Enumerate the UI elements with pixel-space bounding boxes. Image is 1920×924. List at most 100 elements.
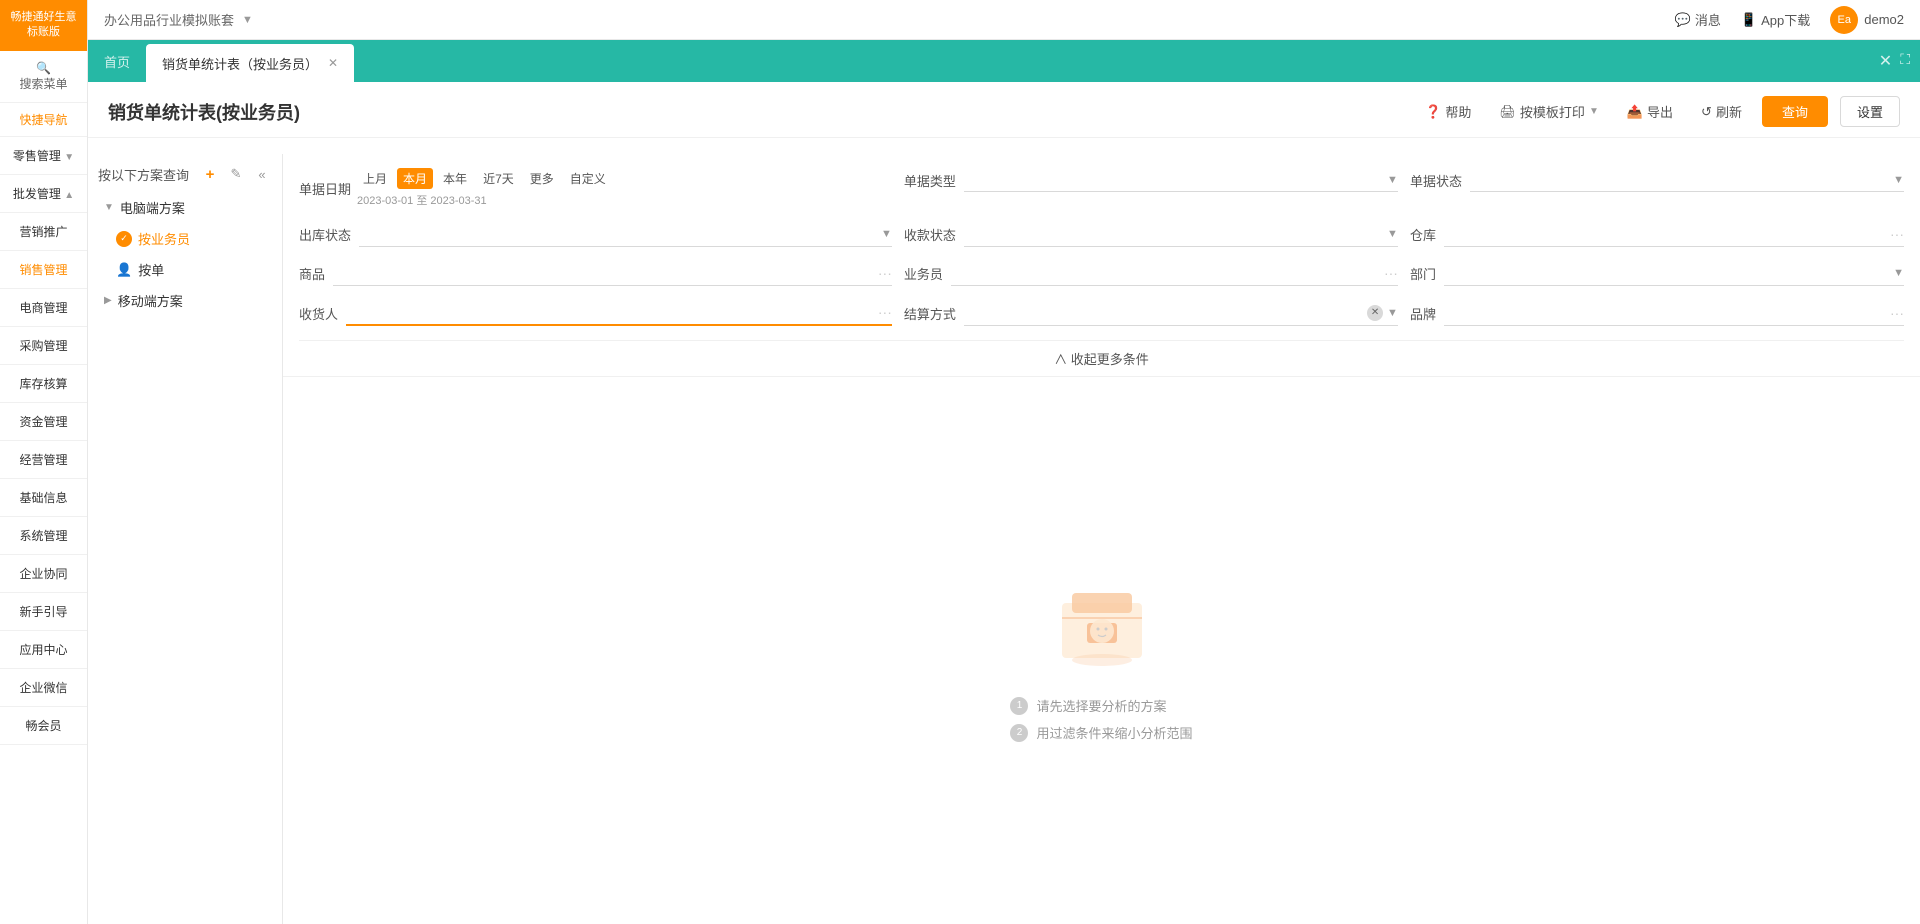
date-controls: 上月 本月 本年 近7天 更多 自定义 2023-03-01 至 2023-03… (357, 168, 892, 208)
consignee-input[interactable] (346, 305, 878, 320)
tab-close-icon[interactable]: ✕ (328, 56, 338, 70)
date-tab-this-month[interactable]: 本月 (397, 168, 433, 189)
settlement-input[interactable] (964, 305, 1363, 320)
date-tab-last-month[interactable]: 上月 (357, 168, 393, 189)
app-logo[interactable]: 畅捷通好生意 标账版 (0, 0, 87, 51)
sidebar-item-finance[interactable]: 资金管理 (0, 403, 87, 441)
salesperson-more-icon[interactable]: ··· (1384, 265, 1398, 281)
filter-salesperson-field: 业务员 ··· (904, 261, 1398, 286)
tab-maximize-icon[interactable]: ⛶ (1900, 51, 1910, 71)
sidebar-item-inventory[interactable]: 库存核算 (0, 365, 87, 403)
message-btn[interactable]: 💬 消息 (1675, 10, 1721, 29)
tab-close-all-icon[interactable]: ✕ (1879, 51, 1892, 71)
sales-label: 销售管理 (19, 263, 67, 277)
order-scheme-label: 按单 (138, 260, 164, 279)
sidebar-item-apps[interactable]: 应用中心 (0, 631, 87, 669)
tree-arrow-right-icon: ▶ (104, 295, 112, 306)
date-tab-more[interactable]: 更多 (524, 168, 560, 189)
filter-brand-field: 品牌 ··· (1410, 301, 1904, 326)
filter-goods-field: 商品 ··· (299, 261, 892, 286)
department-wrapper: ▼ (1444, 262, 1904, 286)
warehouse-more-icon[interactable]: ··· (1890, 226, 1904, 242)
goods-input[interactable] (333, 266, 878, 281)
print-btn[interactable]: 🖨 按模板打印 ▼ (1491, 98, 1606, 125)
hint-1-text: 请先选择要分析的方案 (1036, 696, 1166, 715)
tree-salesperson-item[interactable]: ✓ 按业务员 (88, 223, 282, 254)
tab-home[interactable]: 首页 (88, 40, 146, 82)
sidebar-item-ecommerce[interactable]: 电商管理 (0, 289, 87, 327)
doc-status-input[interactable] (1470, 172, 1893, 187)
sidebar-item-enterprise[interactable]: 企业协同 (0, 555, 87, 593)
date-range: 2023-03-01 至 2023-03-31 (357, 192, 892, 208)
app-download-btn[interactable]: 📱 App下载 (1741, 10, 1810, 29)
tree-mobile-label[interactable]: ▶ 移动端方案 (88, 285, 282, 316)
department-chevron: ▼ (1893, 267, 1904, 279)
sidebar-item-operations[interactable]: 经营管理 (0, 441, 87, 479)
brand-more-icon[interactable]: ··· (1890, 305, 1904, 321)
salesperson-label: 业务员 (904, 264, 943, 283)
goods-more-icon[interactable]: ··· (878, 265, 892, 281)
sidebar-item-wechat[interactable]: 企业微信 (0, 669, 87, 707)
tree-mobile-text: 移动端方案 (118, 291, 183, 310)
workspace-dropdown-icon[interactable]: ▼ (242, 14, 253, 26)
query-btn[interactable]: 查询 (1762, 96, 1828, 127)
settlement-clear-btn[interactable]: ✕ (1367, 305, 1383, 321)
filter-row-4: 收货人 ··· 结算方式 ✕ (299, 300, 1904, 326)
help-btn[interactable]: ❓ 帮助 (1417, 98, 1479, 125)
payment-status-input[interactable] (964, 227, 1387, 242)
active-scheme-dot: ✓ (116, 231, 132, 247)
sidebar-item-system[interactable]: 系统管理 (0, 517, 87, 555)
tree-desktop-text: 电脑端方案 (120, 198, 185, 217)
sidebar-item-newbie[interactable]: 新手引导 (0, 593, 87, 631)
main-area: 办公用品行业模拟账套 ▼ 💬 消息 📱 App下载 Ea demo2 首页 (88, 0, 1920, 924)
settings-btn[interactable]: 设置 (1840, 96, 1900, 127)
left-panel-header: 按以下方案查询 + ✎ « (88, 154, 282, 192)
wechat-label: 企业微信 (19, 681, 67, 695)
date-tab-last-7[interactable]: 近7天 (477, 168, 520, 189)
doc-type-input-wrapper: ▼ (964, 168, 1398, 192)
sidebar-item-basic[interactable]: 基础信息 (0, 479, 87, 517)
add-scheme-btn[interactable]: + (200, 164, 220, 184)
sidebar-item-members[interactable]: 畅会员 (0, 707, 87, 745)
sidebar-item-wholesale[interactable]: 批发管理 ▲ (0, 175, 87, 213)
workspace-name[interactable]: 办公用品行业模拟账套 (104, 10, 234, 29)
sidebar-item-search[interactable]: 🔍 搜索菜单 (0, 51, 87, 103)
collapse-panel-btn[interactable]: « (252, 164, 272, 184)
consignee-more-icon[interactable]: ··· (878, 304, 892, 320)
warehouse-input[interactable] (1444, 227, 1890, 242)
sidebar-item-purchase[interactable]: 采购管理 (0, 327, 87, 365)
tree-desktop-label[interactable]: ▼ 电脑端方案 (88, 192, 282, 223)
user-menu[interactable]: Ea demo2 (1830, 6, 1904, 34)
tree-mobile: ▶ 移动端方案 (88, 285, 282, 316)
tree-order-item[interactable]: 👤 按单 (88, 254, 282, 285)
sidebar-item-quick-nav[interactable]: 快捷导航 (0, 103, 87, 137)
empty-hint-1: 1 请先选择要分析的方案 (1010, 696, 1192, 715)
topbar-right: 💬 消息 📱 App下载 Ea demo2 (1675, 6, 1904, 34)
filter-payment-status-field: 收款状态 ▼ (904, 223, 1398, 247)
date-tab-this-year[interactable]: 本年 (437, 168, 473, 189)
filter-settlement-field: 结算方式 ✕ ▼ (904, 301, 1398, 326)
department-label: 部门 (1410, 264, 1436, 283)
refresh-icon: ↺ (1701, 104, 1712, 120)
brand-input[interactable] (1444, 305, 1890, 320)
doc-type-input[interactable] (964, 172, 1387, 187)
sidebar-item-retail[interactable]: 零售管理 ▼ (0, 137, 87, 175)
sidebar-item-sales[interactable]: 销售管理 (0, 251, 87, 289)
date-tab-custom[interactable]: 自定义 (564, 168, 612, 189)
consignee-wrapper: ··· (346, 300, 892, 326)
tab-sales-stats[interactable]: 销货单统计表（按业务员） ✕ (146, 44, 354, 82)
refresh-btn[interactable]: ↺ 刷新 (1693, 98, 1750, 125)
page-header: 销货单统计表(按业务员) ❓ 帮助 🖨 按模板打印 ▼ 📤 导出 (88, 82, 1920, 138)
empty-hint-2: 2 用过滤条件来缩小分析范围 (1010, 723, 1192, 742)
export-btn[interactable]: 📤 导出 (1619, 98, 1681, 125)
payment-status-wrapper: ▼ (964, 223, 1398, 247)
edit-scheme-btn[interactable]: ✎ (226, 164, 246, 184)
sidebar-item-marketing[interactable]: 营销推广 (0, 213, 87, 251)
salesperson-input[interactable] (951, 266, 1384, 281)
department-input[interactable] (1444, 266, 1893, 281)
filter-doc-status-field: 单据状态 ▼ (1410, 168, 1904, 192)
stock-status-input[interactable] (359, 227, 881, 242)
tabbar: 首页 销货单统计表（按业务员） ✕ ✕ ⛶ (88, 40, 1920, 82)
ecommerce-label: 电商管理 (19, 301, 67, 315)
collapse-btn[interactable]: ∧ 收起更多条件 (299, 340, 1904, 376)
